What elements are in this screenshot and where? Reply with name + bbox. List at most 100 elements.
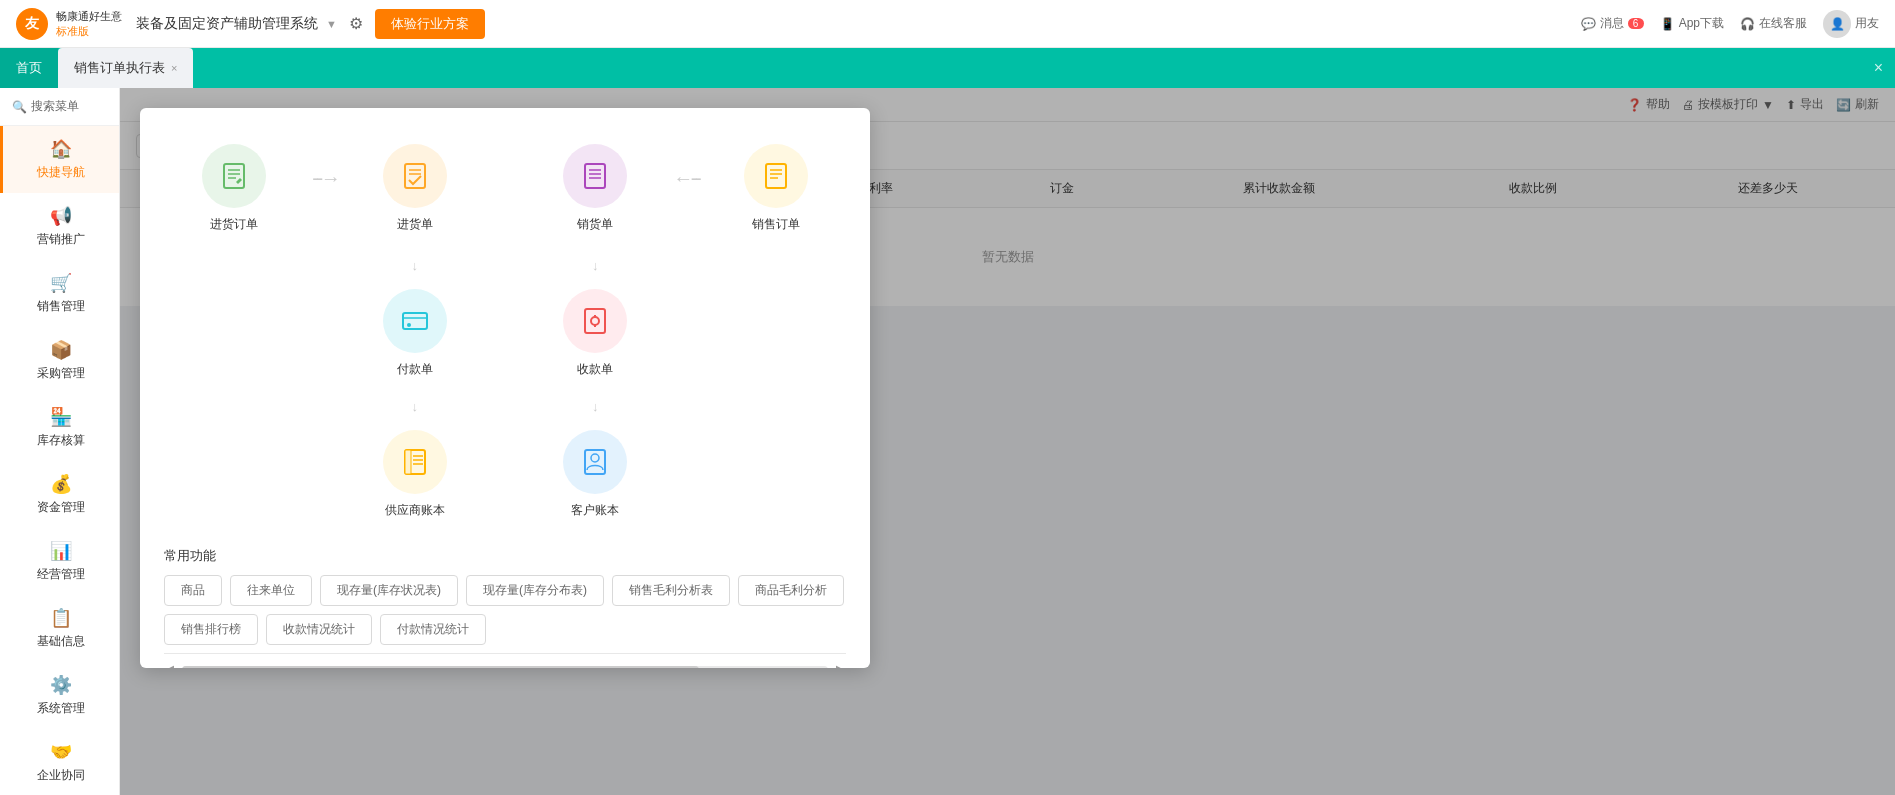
message-button[interactable]: 💬 消息 6 bbox=[1581, 15, 1644, 32]
sidebar-item-label: 经营管理 bbox=[37, 566, 85, 583]
app-download-button[interactable]: 📱 App下载 bbox=[1660, 15, 1724, 32]
down-arrow-receipt: ↓ bbox=[525, 399, 666, 414]
flow-customer-ledger[interactable]: 客户账本 bbox=[525, 418, 666, 531]
sales-slip-circle bbox=[563, 144, 627, 208]
scroll-left-arrow[interactable]: ◀ bbox=[164, 662, 174, 668]
svg-rect-15 bbox=[403, 313, 427, 329]
tab-home[interactable]: 首页 bbox=[0, 48, 58, 88]
sidebar-item-sales[interactable]: 🛒 销售管理 bbox=[0, 260, 119, 327]
system-title-dropdown-icon[interactable]: ▼ bbox=[326, 18, 337, 30]
tab-active-label: 销售订单执行表 bbox=[74, 59, 165, 77]
cf-btn-receipt-stats[interactable]: 收款情况统计 bbox=[266, 614, 372, 645]
svg-point-28 bbox=[591, 454, 599, 462]
modal-overlay[interactable]: 进货订单 - - → 进货单 bbox=[120, 88, 1895, 795]
scroll-track[interactable] bbox=[182, 666, 828, 669]
common-functions-title: 常用功能 bbox=[164, 547, 846, 565]
sales-order-label: 销售订单 bbox=[752, 216, 800, 233]
svg-rect-4 bbox=[405, 164, 425, 188]
arrow-1: - - → bbox=[305, 167, 345, 210]
sales-icon: 🛒 bbox=[50, 272, 72, 294]
cf-btn-sales-gross[interactable]: 销售毛利分析表 bbox=[612, 575, 730, 606]
sales-order-circle bbox=[744, 144, 808, 208]
user-menu[interactable]: 👤 用友 bbox=[1823, 10, 1879, 38]
svg-rect-18 bbox=[585, 309, 605, 333]
customer-ledger-label: 客户账本 bbox=[571, 502, 619, 519]
cf-btn-stock-status[interactable]: 现存量(库存状况表) bbox=[320, 575, 458, 606]
flow-supplier-ledger[interactable]: 供应商账本 bbox=[345, 418, 486, 531]
receipt-slip-label: 收款单 bbox=[577, 361, 613, 378]
sidebar-item-label: 企业协同 bbox=[37, 767, 85, 784]
sidebar-item-label: 系统管理 bbox=[37, 700, 85, 717]
cf-btn-contacts[interactable]: 往来单位 bbox=[230, 575, 312, 606]
purchase-slip-circle bbox=[383, 144, 447, 208]
message-badge: 6 bbox=[1628, 18, 1644, 29]
sidebar: 🔍 搜索菜单 🏠 快捷导航 📢 营销推广 🛒 销售管理 📦 采购管理 🏪 库存核… bbox=[0, 88, 120, 795]
sidebar-item-purchase[interactable]: 📦 采购管理 bbox=[0, 327, 119, 394]
flow-purchase-slip[interactable]: 进货单 bbox=[345, 132, 486, 245]
avatar: 👤 bbox=[1823, 10, 1851, 38]
tab-bar: 首页 销售订单执行表 × × bbox=[0, 48, 1895, 88]
content-area: ❓ 帮助 🖨 按模板打印 ▼ ⬆ 导出 🔄 刷新 📅 bbox=[120, 88, 1895, 795]
supplier-ledger-label: 供应商账本 bbox=[385, 502, 445, 519]
sidebar-item-label: 营销推广 bbox=[37, 231, 85, 248]
inventory-icon: 🏪 bbox=[50, 406, 72, 428]
flow-sales-slip[interactable]: 销货单 bbox=[525, 132, 666, 245]
sidebar-item-marketing[interactable]: 📢 营销推广 bbox=[0, 193, 119, 260]
flow-purchase-order[interactable]: 进货订单 bbox=[164, 132, 305, 245]
common-functions-buttons: 商品 往来单位 现存量(库存状况表) 现存量(库存分布表) 销售毛利分析表 商品… bbox=[164, 575, 846, 606]
sidebar-item-system[interactable]: ⚙️ 系统管理 bbox=[0, 662, 119, 729]
purchase-icon: 📦 bbox=[50, 339, 72, 361]
svg-rect-7 bbox=[585, 164, 605, 188]
sidebar-item-label: 库存核算 bbox=[37, 432, 85, 449]
cf-btn-product-gross[interactable]: 商品毛利分析 bbox=[738, 575, 844, 606]
logo-area: 友 畅康通好生意 标准版 bbox=[16, 8, 136, 40]
tab-sales-order-execution[interactable]: 销售订单执行表 × bbox=[58, 48, 193, 88]
system-title-text: 装备及固定资产辅助管理系统 bbox=[136, 15, 318, 33]
tab-bar-close-icon[interactable]: × bbox=[1874, 59, 1883, 77]
cf-btn-stock-dist[interactable]: 现存量(库存分布表) bbox=[466, 575, 604, 606]
cf-btn-sales-rank[interactable]: 销售排行榜 bbox=[164, 614, 258, 645]
experience-btn[interactable]: 体验行业方案 bbox=[375, 9, 485, 39]
purchase-order-label: 进货订单 bbox=[210, 216, 258, 233]
arrow-2: ← - - bbox=[666, 167, 706, 210]
scroll-thumb bbox=[182, 666, 699, 669]
message-icon: 💬 bbox=[1581, 17, 1596, 31]
down-arrow-purchase: ↓ bbox=[345, 258, 486, 273]
sidebar-item-basic-info[interactable]: 📋 基础信息 bbox=[0, 595, 119, 662]
svg-rect-11 bbox=[766, 164, 786, 188]
scroll-right-arrow[interactable]: ▶ bbox=[836, 662, 846, 668]
sidebar-item-label: 资金管理 bbox=[37, 499, 85, 516]
flow-payment-slip[interactable]: 付款单 bbox=[345, 277, 486, 390]
customer-ledger-circle bbox=[563, 430, 627, 494]
purchase-order-circle bbox=[202, 144, 266, 208]
sidebar-item-label: 销售管理 bbox=[37, 298, 85, 315]
online-service-label: 在线客服 bbox=[1759, 15, 1807, 32]
settings-gear-button[interactable]: ⚙ bbox=[345, 10, 367, 37]
logo-icon: 友 bbox=[16, 8, 48, 40]
flow-receipt-slip[interactable]: 收款单 bbox=[525, 277, 666, 390]
app-download-icon: 📱 bbox=[1660, 17, 1675, 31]
sidebar-item-operations[interactable]: 📊 经营管理 bbox=[0, 528, 119, 595]
online-service-button[interactable]: 🎧 在线客服 bbox=[1740, 15, 1807, 32]
tab-close-icon[interactable]: × bbox=[171, 62, 177, 74]
sales-slip-label: 销货单 bbox=[577, 216, 613, 233]
quick-nav-modal: 进货订单 - - → 进货单 bbox=[140, 108, 870, 668]
sidebar-item-collaboration[interactable]: 🤝 企业协同 bbox=[0, 729, 119, 795]
svg-rect-0 bbox=[224, 164, 244, 188]
top-header: 友 畅康通好生意 标准版 装备及固定资产辅助管理系统 ▼ ⚙ 体验行业方案 💬 … bbox=[0, 0, 1895, 48]
sidebar-search[interactable]: 🔍 搜索菜单 bbox=[0, 88, 119, 126]
sidebar-item-finance[interactable]: 💰 资金管理 bbox=[0, 461, 119, 528]
system-icon: ⚙️ bbox=[50, 674, 72, 696]
system-title-area: 装备及固定资产辅助管理系统 ▼ ⚙ 体验行业方案 bbox=[136, 9, 1581, 39]
supplier-ledger-circle bbox=[383, 430, 447, 494]
sidebar-item-label: 基础信息 bbox=[37, 633, 85, 650]
down-arrow-payment: ↓ bbox=[345, 399, 486, 414]
sidebar-item-inventory[interactable]: 🏪 库存核算 bbox=[0, 394, 119, 461]
flow-sales-order[interactable]: 销售订单 bbox=[706, 132, 847, 245]
sidebar-item-label: 快捷导航 bbox=[37, 164, 85, 181]
sidebar-item-quick-nav[interactable]: 🏠 快捷导航 bbox=[0, 126, 119, 193]
collaboration-icon: 🤝 bbox=[50, 741, 72, 763]
cf-btn-payment-stats[interactable]: 付款情况统计 bbox=[380, 614, 486, 645]
cf-btn-product[interactable]: 商品 bbox=[164, 575, 222, 606]
common-functions-section: 常用功能 商品 往来单位 现存量(库存状况表) 现存量(库存分布表) 销售毛利分… bbox=[164, 547, 846, 645]
